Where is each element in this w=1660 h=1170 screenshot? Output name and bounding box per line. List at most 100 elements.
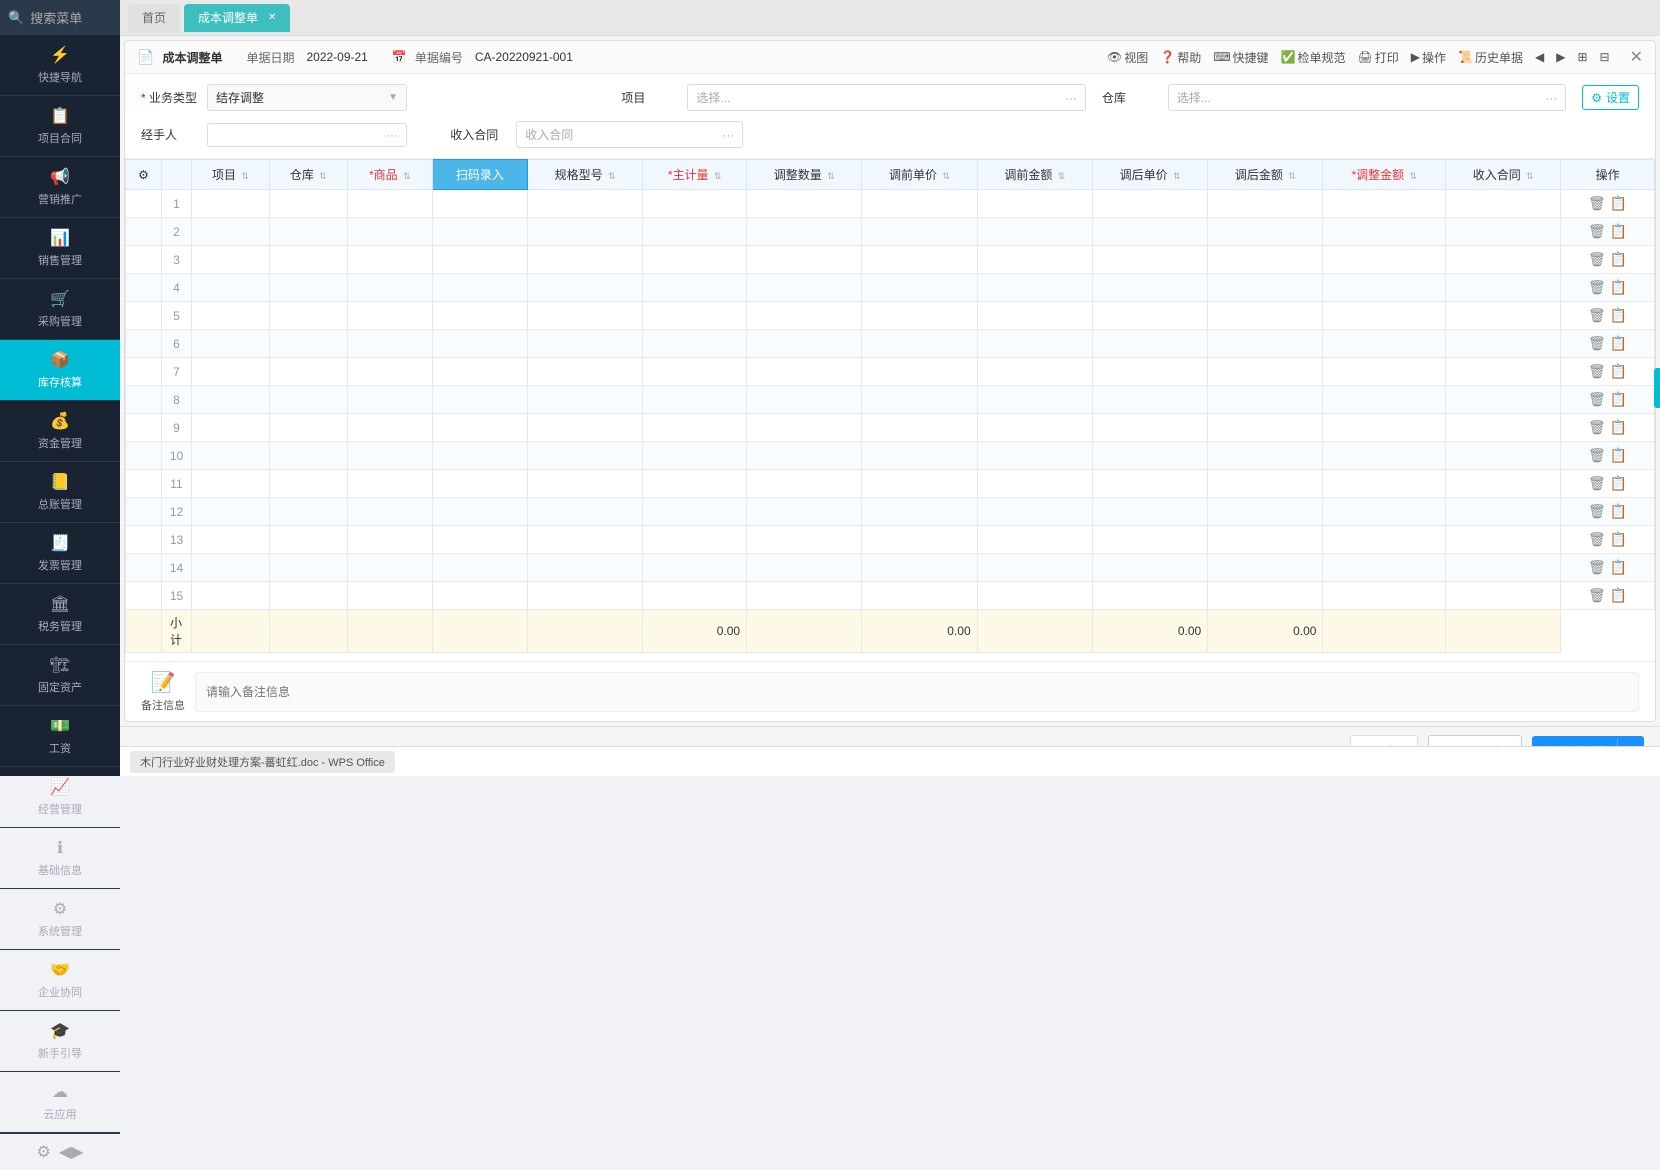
table-cell[interactable] <box>527 218 642 246</box>
table-cell[interactable] <box>1208 470 1323 498</box>
table-cell[interactable] <box>347 442 432 470</box>
copy-btn[interactable]: 📋 <box>1610 307 1627 324</box>
table-cell[interactable] <box>1323 302 1446 330</box>
sidebar-item-sales[interactable]: 📊 销售管理 <box>0 218 120 279</box>
table-cell[interactable] <box>432 526 527 554</box>
table-cell[interactable] <box>527 190 642 218</box>
table-cell[interactable] <box>1092 190 1207 218</box>
table-cell[interactable] <box>269 414 347 442</box>
delete-btn[interactable]: 🗑 <box>1588 363 1606 380</box>
table-cell[interactable] <box>527 274 642 302</box>
settings-icon[interactable]: ⚙ <box>37 1142 51 1162</box>
table-cell[interactable] <box>347 190 432 218</box>
table-cell[interactable] <box>862 386 977 414</box>
delete-btn[interactable]: 🗑 <box>1588 279 1606 296</box>
table-cell[interactable] <box>527 246 642 274</box>
table-cell[interactable] <box>643 442 747 470</box>
table-cell[interactable] <box>1208 358 1323 386</box>
table-cell[interactable] <box>977 470 1092 498</box>
table-cell[interactable] <box>432 414 527 442</box>
table-cell[interactable] <box>347 386 432 414</box>
table-cell[interactable] <box>1323 470 1446 498</box>
table-cell[interactable] <box>1323 526 1446 554</box>
table-cell[interactable] <box>977 218 1092 246</box>
table-cell[interactable] <box>1092 442 1207 470</box>
table-cell[interactable] <box>747 330 862 358</box>
table-cell[interactable] <box>643 218 747 246</box>
table-cell[interactable] <box>643 302 747 330</box>
table-cell[interactable] <box>1208 386 1323 414</box>
table-cell[interactable] <box>1092 582 1207 610</box>
table-cell[interactable] <box>1208 414 1323 442</box>
table-cell[interactable] <box>1323 246 1446 274</box>
col-unit[interactable]: *主计量 ⇅ <box>643 160 747 190</box>
copy-btn[interactable]: 📋 <box>1610 587 1627 604</box>
table-cell[interactable] <box>347 498 432 526</box>
copy-btn[interactable]: 📋 <box>1610 391 1627 408</box>
settings-btn[interactable]: ⚙ 设置 <box>1582 85 1639 110</box>
delete-btn[interactable]: 🗑 <box>1588 195 1606 212</box>
sidebar-search[interactable]: 🔍 搜索菜单 <box>0 0 120 35</box>
table-cell[interactable] <box>862 526 977 554</box>
table-cell[interactable] <box>192 414 270 442</box>
table-cell[interactable] <box>432 218 527 246</box>
sidebar-item-quick-nav[interactable]: ⚡ 快捷导航 <box>0 35 120 96</box>
table-cell[interactable] <box>192 330 270 358</box>
delete-btn[interactable]: 🗑 <box>1588 419 1606 436</box>
table-cell[interactable] <box>1323 358 1446 386</box>
table-cell[interactable] <box>747 274 862 302</box>
table-cell[interactable] <box>1446 526 1561 554</box>
warehouse-input[interactable]: 选择... ··· <box>1168 84 1566 111</box>
table-cell[interactable] <box>862 246 977 274</box>
table-cell[interactable] <box>977 386 1092 414</box>
table-cell[interactable] <box>747 554 862 582</box>
table-cell[interactable] <box>432 274 527 302</box>
delete-btn[interactable]: 🗑 <box>1588 531 1606 548</box>
history-btn[interactable]: 📜 历史单据 <box>1458 49 1523 66</box>
table-cell[interactable] <box>1323 190 1446 218</box>
table-cell[interactable] <box>1208 330 1323 358</box>
table-cell[interactable] <box>192 190 270 218</box>
table-cell[interactable] <box>347 582 432 610</box>
table-cell[interactable] <box>1208 554 1323 582</box>
table-cell[interactable] <box>643 582 747 610</box>
table-cell[interactable] <box>1446 498 1561 526</box>
table-cell[interactable] <box>1092 554 1207 582</box>
table-cell[interactable] <box>747 386 862 414</box>
table-cell[interactable] <box>1092 218 1207 246</box>
table-cell[interactable] <box>192 470 270 498</box>
table-cell[interactable] <box>432 442 527 470</box>
sidebar-item-marketing[interactable]: 📢 营销推广 <box>0 157 120 218</box>
table-cell[interactable] <box>1446 330 1561 358</box>
table-cell[interactable] <box>269 498 347 526</box>
table-cell[interactable] <box>432 470 527 498</box>
table-cell[interactable] <box>643 330 747 358</box>
table-cell[interactable] <box>1446 358 1561 386</box>
col-scan[interactable]: 扫码录入 <box>432 160 527 190</box>
copy-btn[interactable]: 📋 <box>1610 335 1627 352</box>
table-cell[interactable] <box>747 526 862 554</box>
checklist-btn[interactable]: ✅ 检单规范 <box>1281 49 1346 66</box>
table-cell[interactable] <box>977 246 1092 274</box>
table-cell[interactable] <box>1446 442 1561 470</box>
table-cell[interactable] <box>862 190 977 218</box>
table-cell[interactable] <box>269 274 347 302</box>
table-cell[interactable] <box>1446 554 1561 582</box>
table-cell[interactable] <box>347 218 432 246</box>
table-cell[interactable] <box>643 386 747 414</box>
delete-btn[interactable]: 🗑 <box>1588 475 1606 492</box>
table-cell[interactable] <box>432 582 527 610</box>
taskbar-item-wps[interactable]: 木门行业好业财处理方案-蕃虹红.doc - WPS Office <box>130 751 395 773</box>
table-cell[interactable] <box>1092 526 1207 554</box>
delete-btn[interactable]: 🗑 <box>1588 587 1606 604</box>
table-cell[interactable] <box>643 526 747 554</box>
tab-home[interactable]: 首页 <box>128 4 180 32</box>
table-cell[interactable] <box>527 498 642 526</box>
table-cell[interactable] <box>1092 330 1207 358</box>
table-cell[interactable] <box>347 246 432 274</box>
sidebar-item-sys[interactable]: ⚙ 系统管理 <box>0 889 120 950</box>
table-cell[interactable] <box>192 302 270 330</box>
tab-close-btn[interactable]: ✕ <box>268 12 276 23</box>
table-cell[interactable] <box>347 358 432 386</box>
table-cell[interactable] <box>643 246 747 274</box>
